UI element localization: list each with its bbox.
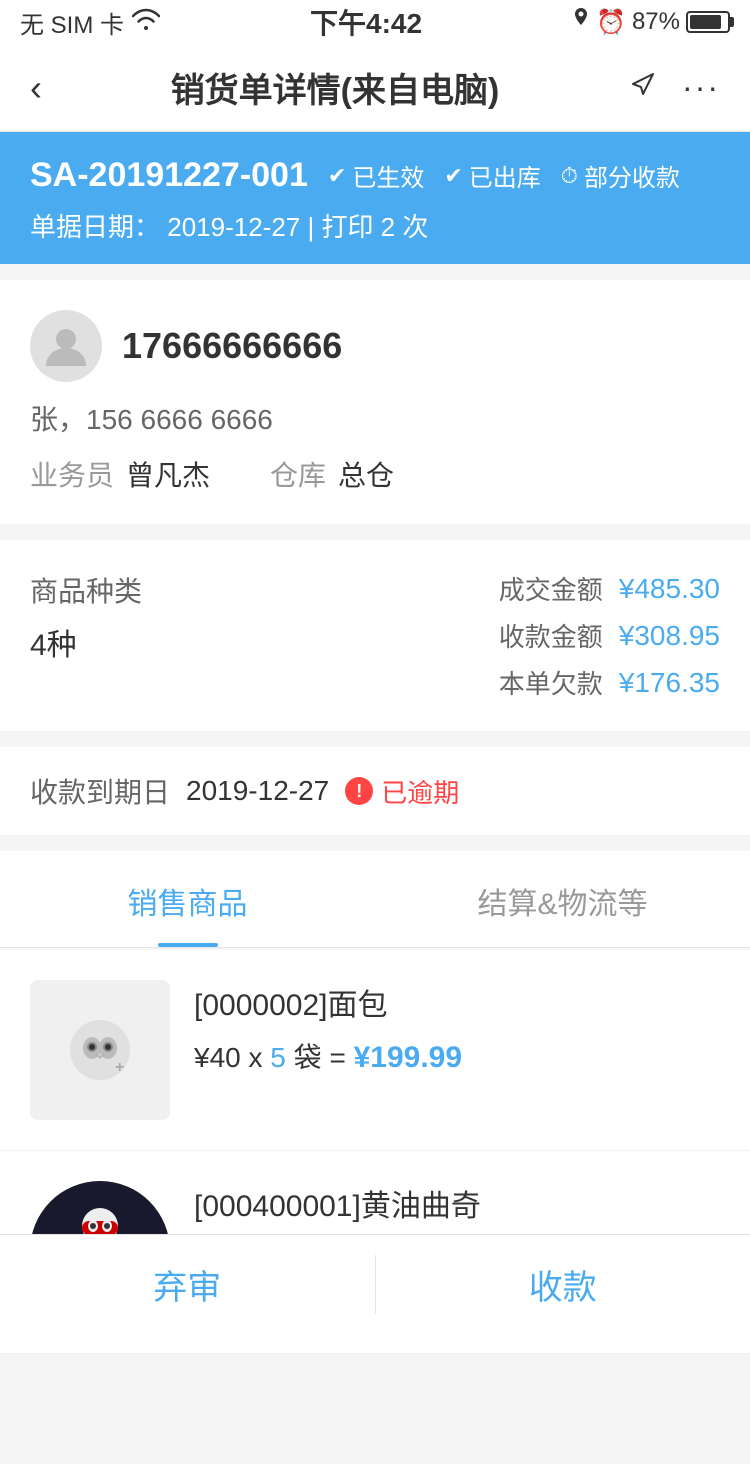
received-label: 收款金额	[499, 617, 603, 654]
category-value: 4种	[30, 620, 142, 664]
customer-avatar	[30, 310, 102, 382]
overdue-text: 已逾期	[381, 773, 459, 810]
status-bar: 无 SIM 卡 下午4:42 ⏰ 87%	[0, 0, 750, 44]
svg-text:+: +	[115, 1059, 124, 1076]
badge-shipped: ✔ 已出库	[444, 158, 540, 193]
nav-bar: ‹ 销货单详情(来自电脑) ···	[0, 44, 750, 132]
summary-section: 商品种类 4种 成交金额 ¥485.30 收款金额 ¥308.95 本单欠款 ¥…	[0, 540, 750, 731]
order-date-info: 单据日期： 2019-12-27 | 打印 2 次	[30, 207, 720, 244]
nav-actions: ···	[628, 69, 720, 107]
due-label: 收款到期日	[30, 771, 170, 811]
more-button[interactable]: ···	[682, 69, 720, 106]
product-price-bread: ¥40 x 5 袋 = ¥199.99	[194, 1036, 720, 1076]
owed-value: ¥176.35	[619, 667, 720, 699]
badge-partial: ⏱ 部分收款	[561, 158, 680, 193]
status-time: 下午4:42	[310, 2, 422, 42]
customer-name-phone: 张，156 6666 6666	[30, 398, 720, 438]
alarm-icon: ⏰	[596, 8, 626, 37]
header-banner: SA-20191227-001 ✔ 已生效 ✔ 已出库 ⏱ 部分收款 单据日期：…	[0, 132, 750, 264]
owed-label: 本单欠款	[499, 664, 603, 701]
tab-settlement[interactable]: 结算&物流等	[375, 851, 750, 947]
product-name-bread: [0000002]面包	[194, 980, 720, 1024]
category-label: 商品种类	[30, 570, 142, 610]
warehouse-label: 仓库	[270, 454, 326, 494]
sales-value: 曾凡杰	[126, 454, 210, 494]
due-date-value: 2019-12-27	[186, 775, 329, 807]
sales-label: 业务员	[30, 454, 114, 494]
page-title: 销货单详情(来自电脑)	[171, 63, 500, 112]
status-left: 无 SIM 卡	[20, 5, 160, 40]
warehouse-value: 总仓	[338, 454, 394, 494]
product-image-bread: +	[30, 980, 170, 1120]
summary-amounts: 成交金额 ¥485.30 收款金额 ¥308.95 本单欠款 ¥176.35	[499, 570, 720, 701]
wifi-icon	[132, 8, 160, 37]
location-icon	[572, 8, 590, 37]
collect-button[interactable]: 收款	[376, 1235, 750, 1334]
amount-label: 成交金额	[499, 570, 603, 607]
overdue-badge: ! 已逾期	[345, 773, 459, 810]
battery-percent: 87%	[632, 8, 680, 36]
badge-effective: ✔ 已生效	[328, 158, 424, 193]
order-id: SA-20191227-001	[30, 156, 308, 195]
product-name-cookie: [000400001]黄油曲奇	[194, 1181, 720, 1225]
bottom-bar: 弃审 收款	[0, 1234, 750, 1334]
battery-icon	[686, 11, 730, 33]
due-section: 收款到期日 2019-12-27 ! 已逾期	[0, 747, 750, 835]
carrier-text: 无 SIM 卡	[20, 5, 124, 40]
tab-products[interactable]: 销售商品	[0, 851, 375, 947]
share-button[interactable]	[628, 69, 658, 107]
received-value: ¥308.95	[619, 620, 720, 652]
customer-section: 17666666666 张，156 6666 6666 业务员 曾凡杰 仓库 总…	[0, 280, 750, 524]
amount-value: ¥485.30	[619, 573, 720, 605]
overdue-icon: !	[345, 777, 373, 805]
back-button[interactable]: ‹	[30, 67, 42, 109]
product-item: + [0000002]面包 ¥40 x 5 袋 = ¥199.99	[0, 950, 750, 1151]
cancel-button[interactable]: 弃审	[0, 1235, 375, 1334]
customer-meta: 业务员 曾凡杰 仓库 总仓	[30, 454, 720, 494]
status-right: ⏰ 87%	[572, 8, 730, 37]
customer-phone: 17666666666	[122, 325, 342, 367]
tabs-section: 销售商品 结算&物流等	[0, 851, 750, 948]
product-info-bread: [0000002]面包 ¥40 x 5 袋 = ¥199.99	[194, 980, 720, 1076]
